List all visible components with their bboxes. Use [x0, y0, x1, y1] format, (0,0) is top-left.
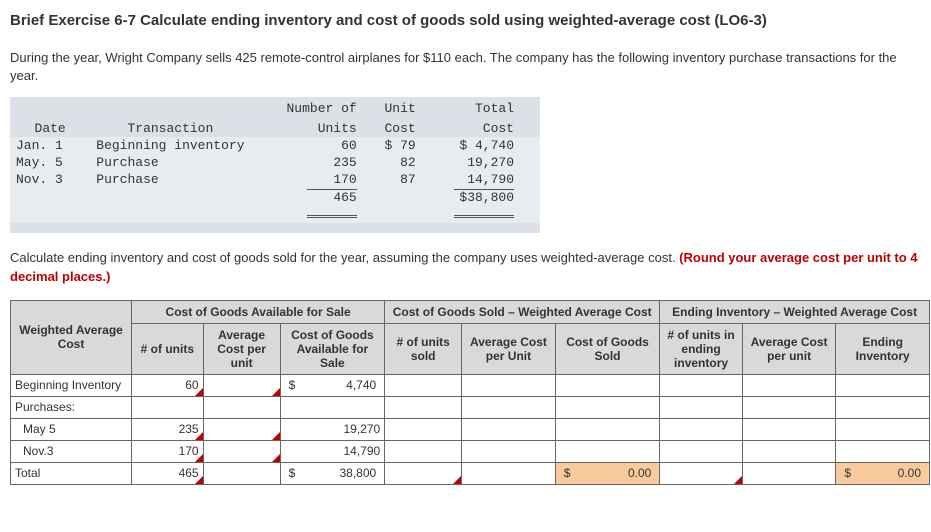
tx-row-date: Jan. 1	[10, 137, 90, 154]
table-row: Nov.3 170 14,790	[11, 440, 930, 462]
col-txn: Transaction	[90, 117, 250, 137]
input-cell[interactable]: $38,800	[280, 462, 385, 484]
input-cell[interactable]	[660, 462, 743, 484]
col-totalcost: Total	[422, 97, 520, 117]
input-cell[interactable]	[203, 440, 280, 462]
side-header: Weighted Average Cost	[11, 300, 132, 374]
instructions: Calculate ending inventory and cost of g…	[10, 249, 921, 285]
input-cell[interactable]: 14,790	[280, 440, 385, 462]
input-cell[interactable]	[203, 374, 280, 396]
tx-total-cost: $38,800	[454, 189, 514, 205]
table-row: Beginning Inventory 60 $4,740	[11, 374, 930, 396]
page-title: Brief Exercise 6-7 Calculate ending inve…	[10, 10, 921, 31]
group-ei: Ending Inventory – Weighted Average Cost	[660, 300, 930, 323]
group-cogas: Cost of Goods Available for Sale	[132, 300, 385, 323]
table-row: May 5 235 19,270	[11, 418, 930, 440]
input-cell[interactable]: 19,270	[280, 418, 385, 440]
input-cell[interactable]	[203, 418, 280, 440]
transactions-table: Number of Unit Total Date Transaction Un…	[10, 97, 540, 233]
col-unitcost: Unit	[363, 97, 422, 117]
group-cogs: Cost of Goods Sold – Weighted Average Co…	[385, 300, 660, 323]
col-date: Date	[10, 117, 90, 137]
input-cell[interactable]: 60	[132, 374, 204, 396]
input-cell[interactable]	[385, 462, 462, 484]
intro-text: During the year, Wright Company sells 42…	[10, 49, 921, 85]
tx-total-units: 465	[307, 189, 357, 205]
table-row-total: Total 465 $38,800 $0.00 $0.00	[11, 462, 930, 484]
table-row: Purchases:	[11, 396, 930, 418]
col-units: Number of	[251, 97, 363, 117]
answer-table: Weighted Average Cost Cost of Goods Avai…	[10, 300, 930, 485]
computed-cell: $0.00	[836, 462, 930, 484]
input-cell[interactable]: $4,740	[280, 374, 385, 396]
computed-cell: $0.00	[555, 462, 660, 484]
input-cell[interactable]: 170	[132, 440, 204, 462]
input-cell[interactable]: 465	[132, 462, 204, 484]
input-cell[interactable]: 235	[132, 418, 204, 440]
